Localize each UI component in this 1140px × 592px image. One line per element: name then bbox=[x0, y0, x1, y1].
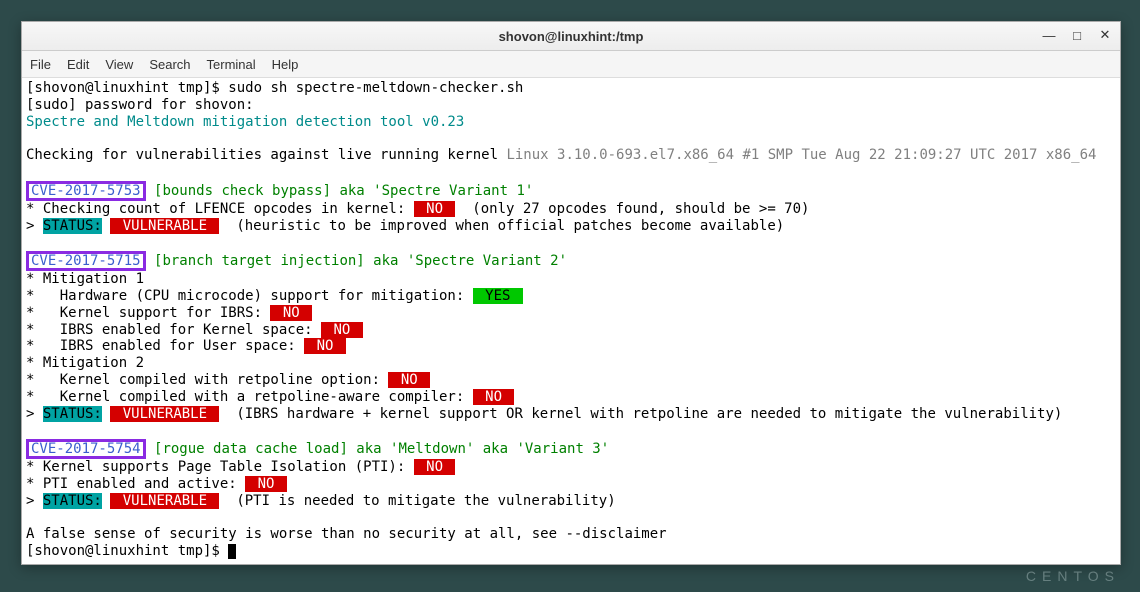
menubar: File Edit View Search Terminal Help bbox=[22, 51, 1120, 78]
status-note: (IBRS hardware + kernel support OR kerne… bbox=[219, 406, 1062, 422]
minimize-button[interactable]: ― bbox=[1040, 26, 1058, 44]
badge-vulnerable: VULNERABLE bbox=[110, 218, 219, 234]
menu-view[interactable]: View bbox=[105, 57, 133, 72]
close-button[interactable]: ✕ bbox=[1096, 26, 1114, 44]
mitigation-header: * Mitigation 1 bbox=[26, 271, 144, 287]
status-label: STATUS: bbox=[43, 406, 102, 422]
cve-highlight-box: CVE-2017-5715 bbox=[26, 251, 146, 271]
check-line: * IBRS enabled for Kernel space: bbox=[26, 322, 321, 338]
cve-id: CVE-2017-5753 bbox=[31, 183, 141, 199]
badge-no: NO bbox=[388, 372, 430, 388]
check-text: Checking for vulnerabilities against liv… bbox=[26, 147, 506, 163]
terminal-window: shovon@linuxhint:/tmp ― □ ✕ File Edit Vi… bbox=[21, 21, 1121, 565]
badge-no: NO bbox=[304, 338, 346, 354]
check-line: * Hardware (CPU microcode) support for m… bbox=[26, 288, 473, 304]
badge-no: NO bbox=[414, 459, 456, 475]
sudo-line: [sudo] password for shovon: bbox=[26, 97, 254, 113]
tool-header: Spectre and Meltdown mitigation detectio… bbox=[26, 114, 464, 130]
prompt: [shovon@linuxhint tmp]$ bbox=[26, 543, 228, 559]
menu-file[interactable]: File bbox=[30, 57, 51, 72]
cve-highlight-box: CVE-2017-5753 bbox=[26, 181, 146, 201]
badge-yes: YES bbox=[473, 288, 523, 304]
cve-desc: [rogue data cache load] aka 'Meltdown' a… bbox=[154, 441, 609, 457]
check-line: * Checking count of LFENCE opcodes in ke… bbox=[26, 201, 414, 217]
cve-id: CVE-2017-5715 bbox=[31, 253, 141, 269]
cursor bbox=[228, 544, 236, 559]
menu-search[interactable]: Search bbox=[149, 57, 190, 72]
badge-vulnerable: VULNERABLE bbox=[110, 493, 219, 509]
badge-no: NO bbox=[270, 305, 312, 321]
menu-help[interactable]: Help bbox=[272, 57, 299, 72]
badge-no: NO bbox=[321, 322, 363, 338]
window-title: shovon@linuxhint:/tmp bbox=[22, 29, 1120, 44]
mitigation-header: * Mitigation 2 bbox=[26, 355, 144, 371]
badge-no: NO bbox=[414, 201, 456, 217]
prompt: [shovon@linuxhint tmp]$ bbox=[26, 80, 228, 96]
status-note: (heuristic to be improved when official … bbox=[219, 218, 784, 234]
check-line: * IBRS enabled for User space: bbox=[26, 338, 304, 354]
badge-no: NO bbox=[245, 476, 287, 492]
check-line: * PTI enabled and active: bbox=[26, 476, 245, 492]
command: sudo sh spectre-meltdown-checker.sh bbox=[228, 80, 523, 96]
cve-desc: [branch target injection] aka 'Spectre V… bbox=[154, 253, 567, 269]
check-note: (only 27 opcodes found, should be >= 70) bbox=[455, 201, 809, 217]
cve-id: CVE-2017-5754 bbox=[31, 441, 141, 457]
menu-edit[interactable]: Edit bbox=[67, 57, 89, 72]
desktop-brand: CENTOS bbox=[1026, 568, 1120, 584]
status-prefix: > bbox=[26, 406, 43, 422]
window-controls: ― □ ✕ bbox=[1040, 26, 1114, 44]
disclaimer: A false sense of security is worse than … bbox=[26, 526, 667, 542]
check-line: * Kernel compiled with a retpoline-aware… bbox=[26, 389, 473, 405]
titlebar: shovon@linuxhint:/tmp ― □ ✕ bbox=[22, 22, 1120, 51]
status-prefix: > bbox=[26, 493, 43, 509]
maximize-button[interactable]: □ bbox=[1068, 26, 1086, 44]
kernel-version: Linux 3.10.0-693.el7.x86_64 #1 SMP Tue A… bbox=[506, 147, 1096, 163]
terminal-output[interactable]: [shovon@linuxhint tmp]$ sudo sh spectre-… bbox=[22, 78, 1120, 564]
check-line: * Kernel supports Page Table Isolation (… bbox=[26, 459, 414, 475]
menu-terminal[interactable]: Terminal bbox=[207, 57, 256, 72]
cve-desc: [bounds check bypass] aka 'Spectre Varia… bbox=[154, 183, 533, 199]
check-line: * Kernel support for IBRS: bbox=[26, 305, 270, 321]
check-line: * Kernel compiled with retpoline option: bbox=[26, 372, 388, 388]
status-note: (PTI is needed to mitigate the vulnerabi… bbox=[219, 493, 615, 509]
badge-vulnerable: VULNERABLE bbox=[110, 406, 219, 422]
badge-no: NO bbox=[473, 389, 515, 405]
status-label: STATUS: bbox=[43, 218, 102, 234]
cve-highlight-box: CVE-2017-5754 bbox=[26, 439, 146, 459]
status-label: STATUS: bbox=[43, 493, 102, 509]
status-prefix: > bbox=[26, 218, 43, 234]
